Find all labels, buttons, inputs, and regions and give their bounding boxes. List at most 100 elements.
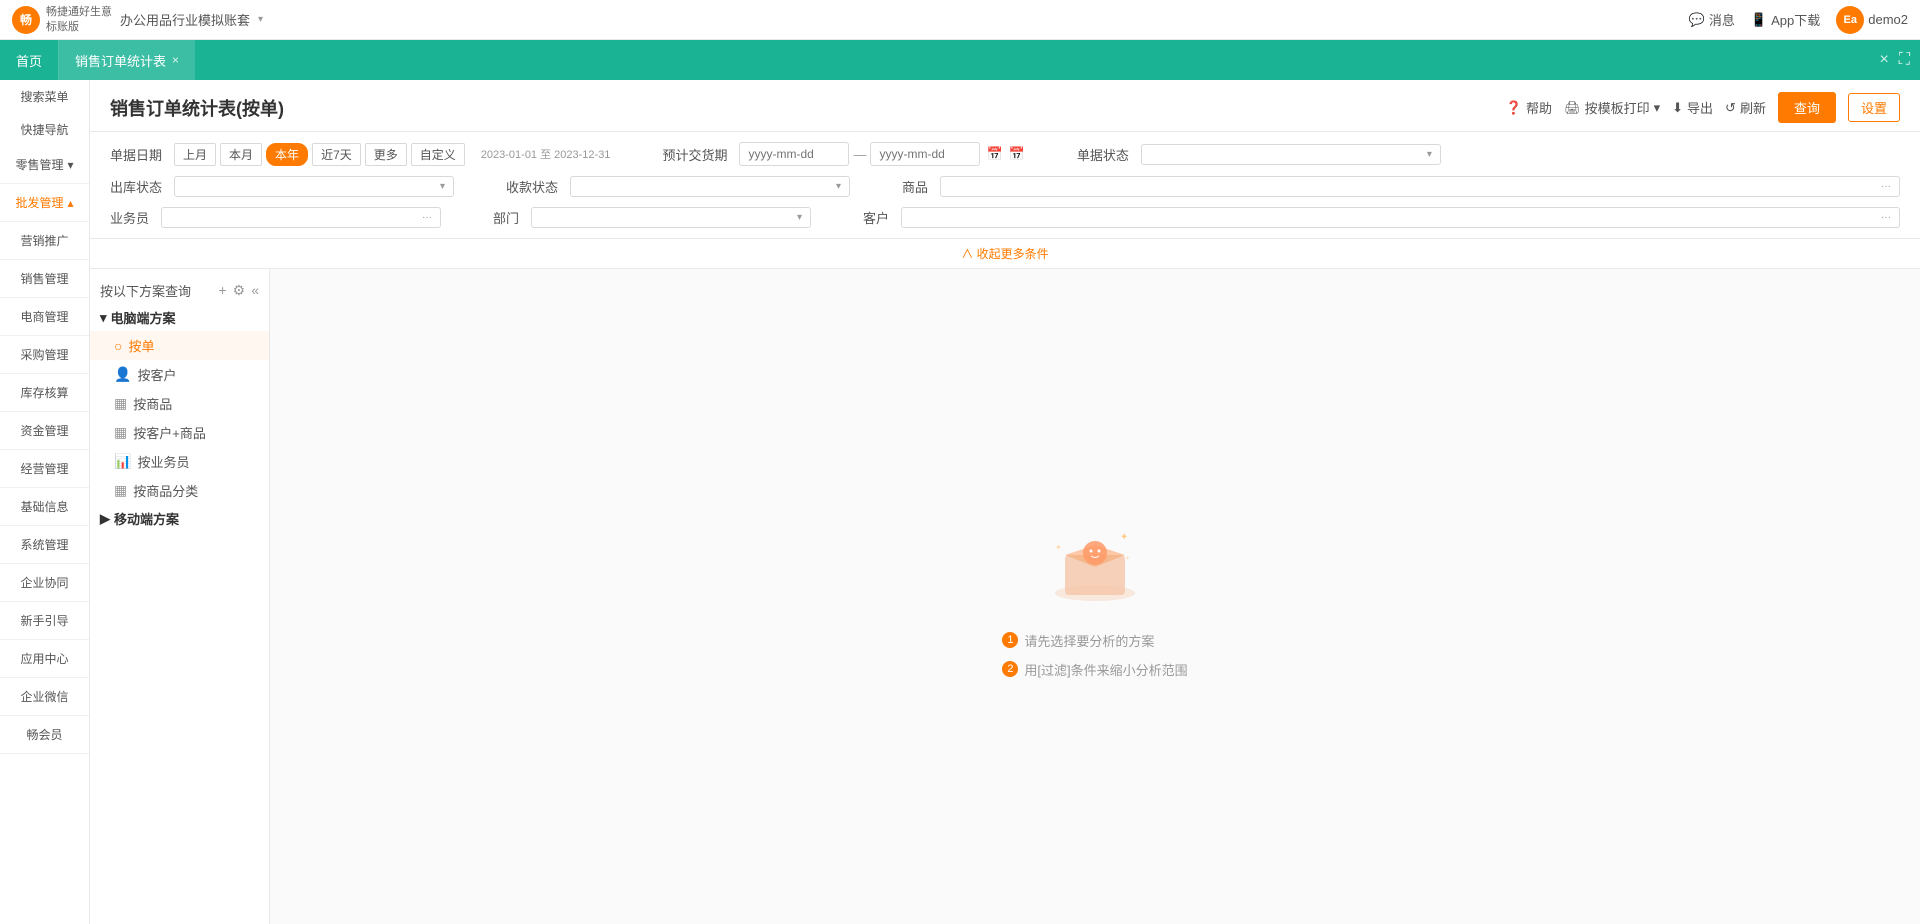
salesperson-label: 业务员 xyxy=(110,208,149,227)
date-label: 单据日期 xyxy=(110,145,162,164)
svg-text:✦: ✦ xyxy=(1125,555,1130,562)
scheme-panel-header: 按以下方案查询 + ⚙ « xyxy=(90,277,269,304)
user-avatar[interactable]: Ea demo2 xyxy=(1836,6,1908,34)
goods-label: 商品 xyxy=(902,177,928,196)
tip-num-1: 1 xyxy=(1002,632,1018,648)
expected-date-start[interactable] xyxy=(739,142,849,166)
help-btn[interactable]: ❓ 帮助 xyxy=(1506,98,1552,117)
customer-more-icon[interactable]: ··· xyxy=(1881,212,1891,223)
sidebar-item-wholesale[interactable]: 批发管理▴ xyxy=(0,184,89,222)
scheme-panel: 按以下方案查询 + ⚙ « ▾ 电脑端方案 ○ 按单 � xyxy=(90,269,270,924)
scheme-item-by-order[interactable]: ○ 按单 xyxy=(90,331,269,360)
scheme-group-pc: ▾ 电脑端方案 xyxy=(90,304,269,331)
goods-more-icon[interactable]: ··· xyxy=(1881,181,1891,192)
date-7days-btn[interactable]: 近7天 xyxy=(312,143,361,166)
sidebar-item-sales[interactable]: 销售管理 xyxy=(0,260,89,298)
tab-bar: 首页 销售订单统计表 × × ⛶ xyxy=(0,40,1920,80)
tab-expand-btn[interactable]: ⛶ xyxy=(1899,51,1910,69)
scheme-item-by-goods-category[interactable]: ▦ 按商品分类 xyxy=(90,476,269,505)
salesperson-more-icon[interactable]: ··· xyxy=(422,212,432,223)
date-more-btn[interactable]: 更多 xyxy=(365,143,407,166)
expected-date-end[interactable] xyxy=(870,142,980,166)
date-curr-year-btn[interactable]: 本年 xyxy=(266,143,308,166)
tab-home[interactable]: 首页 xyxy=(0,40,59,80)
message-btn[interactable]: 💬 消息 xyxy=(1689,10,1735,29)
sidebar-item-wxwork[interactable]: 企业微信 xyxy=(0,678,89,716)
status-label: 单据状态 xyxy=(1077,145,1129,164)
logo-text: 畅捷通好生意 标账版 xyxy=(46,5,112,34)
tab-active[interactable]: 销售订单统计表 × xyxy=(59,40,195,80)
sidebar-item-retail[interactable]: 零售管理▾ xyxy=(0,146,89,184)
tab-minimize-btn[interactable]: × xyxy=(1879,51,1888,69)
scheme-group-expand-icon: ▾ xyxy=(100,310,107,326)
scheme-icon-customer-goods: ▦ xyxy=(114,424,127,441)
scheme-settings-btn[interactable]: ⚙ xyxy=(233,282,246,299)
sidebar-item-system[interactable]: 系统管理 xyxy=(0,526,89,564)
shipment-select[interactable]: ▾ xyxy=(174,176,454,197)
shipment-label: 出库状态 xyxy=(110,177,162,196)
app-download-btn[interactable]: 📱 App下载 xyxy=(1751,10,1820,29)
logo-area: 畅 畅捷通好生意 标账版 xyxy=(12,5,112,34)
print-icon: 🖨 xyxy=(1564,100,1581,116)
empty-tip-2: 2 用[过滤]条件来缩小分析范围 xyxy=(1002,660,1187,679)
status-select[interactable]: ▾ xyxy=(1141,144,1441,165)
sidebar-item-marketing[interactable]: 营销推广 xyxy=(0,222,89,260)
sidebar-quick-nav[interactable]: 快捷导航 xyxy=(0,113,89,146)
main-layout: 搜索菜单 快捷导航 零售管理▾ 批发管理▴ 营销推广 销售管理 电商管理 采购管… xyxy=(0,80,1920,924)
collapse-icon: ∧ xyxy=(961,247,976,261)
sidebar-item-ecommerce[interactable]: 电商管理 xyxy=(0,298,89,336)
scheme-item-by-goods[interactable]: ▦ 按商品 xyxy=(90,389,269,418)
scheme-item-by-customer[interactable]: 👤 按客户 xyxy=(90,360,269,389)
customer-select[interactable]: ··· xyxy=(901,207,1900,228)
scheme-icon-order: ○ xyxy=(114,338,122,354)
filter-row-3: 业务员 ··· 部门 ▾ 客户 ··· xyxy=(110,207,1900,228)
date-prev-month-btn[interactable]: 上月 xyxy=(174,143,216,166)
status-dropdown-icon: ▾ xyxy=(1427,149,1432,160)
print-btn[interactable]: 🖨 按模板打印 ▾ xyxy=(1564,98,1660,117)
sidebar-search[interactable]: 搜索菜单 xyxy=(0,80,89,113)
scheme-icon-salesperson: 📊 xyxy=(114,453,131,470)
dept-select[interactable]: ▾ xyxy=(531,207,811,228)
refresh-icon: ↺ xyxy=(1725,100,1736,116)
sidebar-item-purchase[interactable]: 采购管理 xyxy=(0,336,89,374)
query-button[interactable]: 查询 xyxy=(1778,92,1836,123)
refresh-btn[interactable]: ↺ 刷新 xyxy=(1725,98,1766,117)
scheme-item-by-salesperson[interactable]: 📊 按业务员 xyxy=(90,447,269,476)
sidebar-item-enterprise[interactable]: 企业协同 xyxy=(0,564,89,602)
sidebar-item-appcenter[interactable]: 应用中心 xyxy=(0,640,89,678)
date-curr-month-btn[interactable]: 本月 xyxy=(220,143,262,166)
expected-date-group: — 📅 📅 xyxy=(739,142,1024,166)
sidebar-item-member[interactable]: 畅会员 xyxy=(0,716,89,754)
scheme-item-by-customer-goods[interactable]: ▦ 按客户+商品 xyxy=(90,418,269,447)
top-bar-right: 💬 消息 📱 App下载 Ea demo2 xyxy=(1689,6,1908,34)
scheme-collapse-btn[interactable]: « xyxy=(251,282,259,299)
scheme-icon-goods: ▦ xyxy=(114,395,127,412)
dept-dropdown-icon: ▾ xyxy=(797,212,802,223)
goods-select[interactable]: ··· xyxy=(940,176,1900,197)
calendar-end-icon[interactable]: 📅 xyxy=(1009,146,1025,162)
title-dropdown-icon[interactable]: ▾ xyxy=(258,14,263,25)
header-actions: ❓ 帮助 🖨 按模板打印 ▾ ⬇ 导出 ↺ 刷新 查询 设置 xyxy=(1506,92,1900,123)
settings-button[interactable]: 设置 xyxy=(1848,93,1900,122)
tab-bar-right: × ⛶ xyxy=(1879,51,1920,69)
date-buttons: 上月 本月 本年 近7天 更多 自定义 xyxy=(174,143,465,166)
payment-select[interactable]: ▾ xyxy=(570,176,850,197)
sidebar-item-finance[interactable]: 资金管理 xyxy=(0,412,89,450)
filter-section: 单据日期 上月 本月 本年 近7天 更多 自定义 2023-01-01 至 20… xyxy=(90,132,1920,239)
tab-close-btn[interactable]: × xyxy=(172,53,179,67)
scheme-add-btn[interactable]: + xyxy=(218,282,226,299)
export-btn[interactable]: ⬇ 导出 xyxy=(1672,98,1713,117)
collapse-bar[interactable]: ∧ 收起更多条件 xyxy=(90,239,1920,269)
sidebar-item-basic[interactable]: 基础信息 xyxy=(0,488,89,526)
sidebar-item-inventory[interactable]: 库存核算 xyxy=(0,374,89,412)
date-custom-btn[interactable]: 自定义 xyxy=(411,143,465,166)
salesperson-select[interactable]: ··· xyxy=(161,207,441,228)
customer-label: 客户 xyxy=(863,208,889,227)
payment-dropdown-icon: ▾ xyxy=(836,181,841,192)
empty-tip-1: 1 请先选择要分析的方案 xyxy=(1002,631,1187,650)
scheme-group-mobile: ▶ 移动端方案 xyxy=(90,505,269,532)
calendar-start-icon[interactable]: 📅 xyxy=(986,146,1002,162)
sidebar-item-guide[interactable]: 新手引导 xyxy=(0,602,89,640)
empty-state: ✦ ✦ ✦ 1 请先选择要分析的方案 2 用[过滤]条件来缩小分析范围 xyxy=(1002,515,1187,679)
sidebar-item-operation[interactable]: 经营管理 xyxy=(0,450,89,488)
